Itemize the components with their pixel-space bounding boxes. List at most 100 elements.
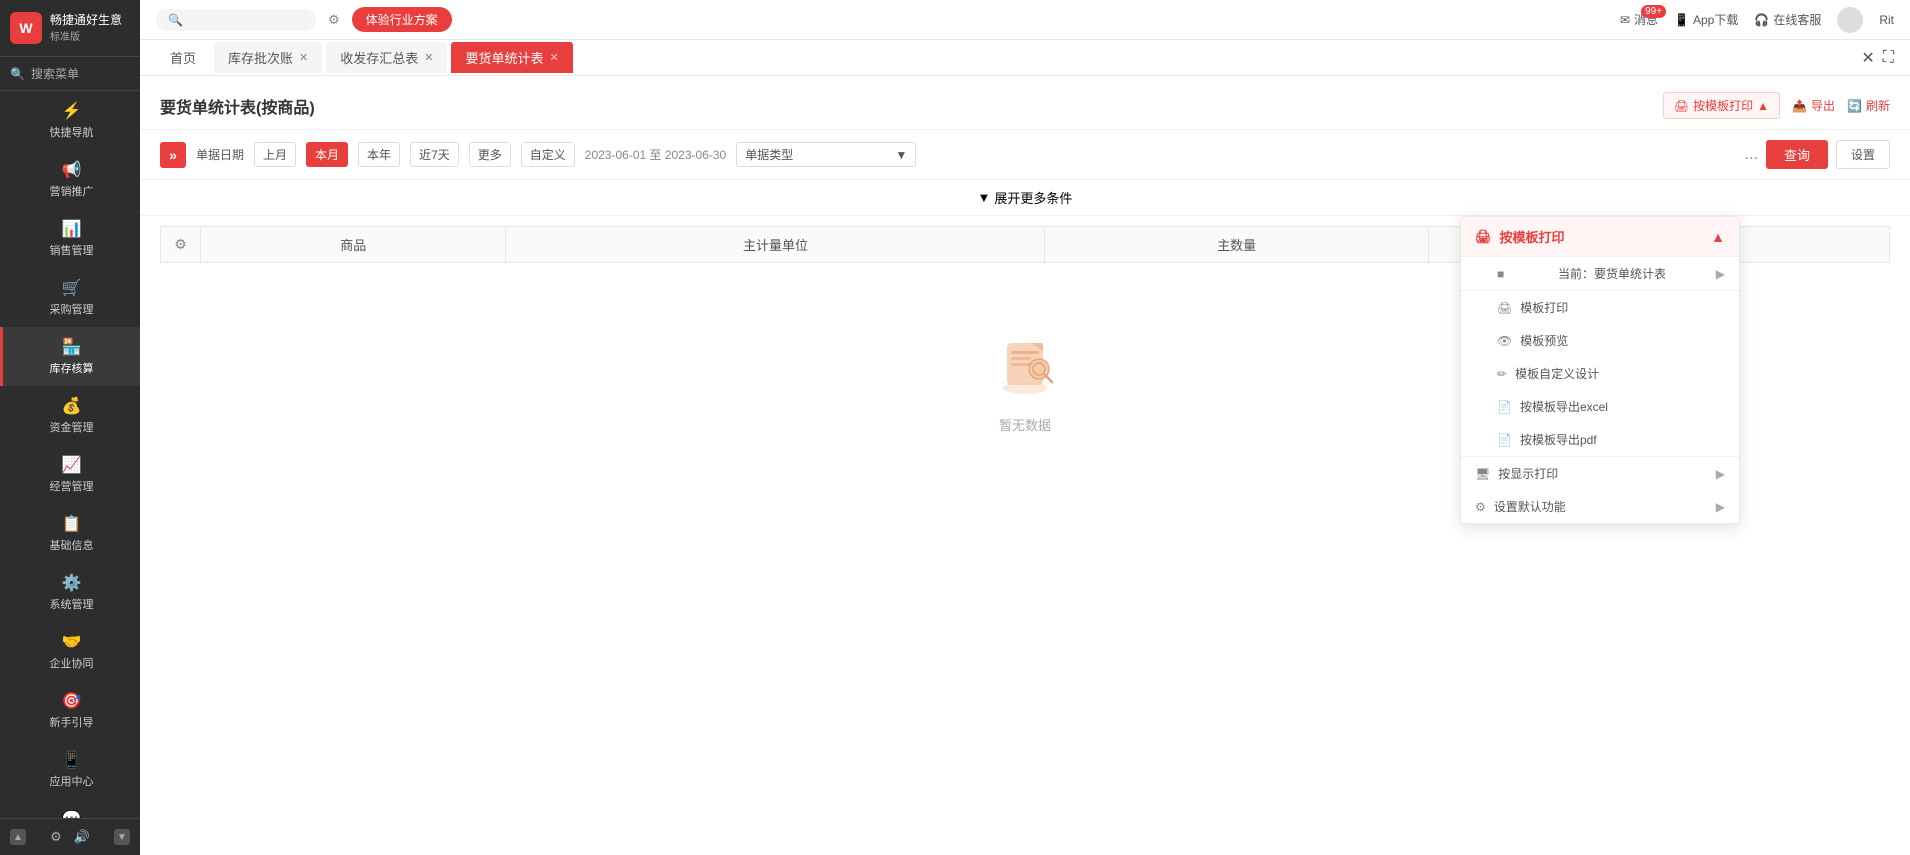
sidebar-item-inventory[interactable]: 🏪 库存核算 — [0, 327, 140, 386]
current-template-item[interactable]: ■ 当前：要货单统计表 ▶ — [1461, 257, 1739, 290]
sidebar-item-system[interactable]: ⚙️ 系统管理 — [0, 563, 140, 622]
system-icon: ⚙️ — [62, 573, 82, 593]
export-button[interactable]: 📤 导出 — [1792, 97, 1835, 114]
template-design-item[interactable]: ✏ 模板自定义设计 — [1461, 357, 1739, 390]
date-custom-button[interactable]: 自定义 — [521, 142, 575, 167]
table-settings-icon[interactable]: ⚙ — [174, 236, 187, 252]
date-last-month-button[interactable]: 上月 — [254, 142, 296, 167]
sidebar-item-basic[interactable]: 📋 基础信息 — [0, 504, 140, 563]
sidebar-item-label: 新手引导 — [50, 714, 94, 730]
tab-inventory-batch-close[interactable]: ✕ — [299, 51, 308, 64]
sidebar-item-appstore[interactable]: 📱 应用中心 — [0, 740, 140, 799]
header-gear-icon[interactable]: ⚙ — [328, 12, 340, 28]
online-service-button[interactable]: 🎧 在线客服 — [1754, 11, 1821, 28]
template-preview-label: 模板预览 — [1520, 332, 1568, 349]
filter-toggle-button[interactable]: » — [160, 142, 186, 168]
tab-order-stats[interactable]: 要货单统计表 ✕ — [451, 42, 572, 73]
date-more-button[interactable]: 更多 — [469, 142, 511, 167]
quick-nav-icon: ⚡ — [62, 101, 82, 121]
sidebar-item-label: 系统管理 — [50, 596, 94, 612]
app-download-button[interactable]: 📱 App下载 — [1674, 11, 1738, 28]
expand-more-button[interactable]: ▼ 展开更多条件 — [978, 188, 1073, 207]
tab-inventory-batch[interactable]: 库存批次账 ✕ — [214, 42, 322, 73]
tab-receipt-summary-close[interactable]: ✕ — [424, 51, 433, 64]
template-preview-item[interactable]: 👁 模板预览 — [1461, 324, 1739, 357]
guide-icon: 🎯 — [62, 691, 82, 711]
user-avatar[interactable] — [1837, 7, 1863, 33]
sidebar-item-quick-nav[interactable]: ⚡ 快捷导航 — [0, 91, 140, 150]
settings-icon[interactable]: ⚙ — [50, 829, 62, 845]
message-icon: ✉ — [1620, 13, 1630, 27]
sidebar-item-label: 经营管理 — [50, 478, 94, 494]
sidebar-item-sales[interactable]: 📊 销售管理 — [0, 209, 140, 268]
sidebar-item-label: 应用中心 — [50, 773, 94, 789]
settings-button[interactable]: 设置 — [1836, 140, 1890, 169]
main-area: 🔍 ⚙ 体验行业方案 ✉ 消息 99+ 📱 App下载 🎧 在线客服 Rit — [140, 0, 1910, 855]
filter-expand-row: ▼ 展开更多条件 — [140, 180, 1910, 216]
scroll-up-button[interactable]: ▲ — [10, 829, 26, 845]
industry-solution-button[interactable]: 体验行业方案 — [352, 7, 452, 32]
display-print-section[interactable]: 🖥 按显示打印 ▶ — [1461, 457, 1739, 490]
top-search-box[interactable]: 🔍 — [156, 9, 316, 31]
sidebar-item-label: 营销推广 — [50, 183, 94, 199]
app-download-label: App下载 — [1693, 11, 1738, 28]
template-print-icon: 🖨 — [1497, 301, 1512, 315]
operation-icon: 📈 — [62, 455, 82, 475]
dropdown-header[interactable]: 🖨 按模板打印 ▲ — [1461, 217, 1739, 257]
default-settings-section[interactable]: ⚙ 设置默认功能 ▶ — [1461, 490, 1739, 523]
template-design-label: 模板自定义设计 — [1515, 365, 1599, 382]
print-icon: 🖨 — [1674, 99, 1689, 113]
template-print-item[interactable]: 🖨 模板打印 — [1461, 291, 1739, 324]
sidebar-search[interactable]: 🔍 搜索菜单 — [0, 57, 140, 91]
service-icon: 🎧 — [1754, 13, 1769, 27]
wechat-icon: 💬 — [62, 809, 82, 818]
tab-receipt-summary[interactable]: 收发存汇总表 ✕ — [326, 42, 447, 73]
sidebar-item-operation[interactable]: 📈 经营管理 — [0, 445, 140, 504]
table-col-settings[interactable]: ⚙ — [161, 227, 201, 263]
print-template-label: 按模板打印 — [1693, 97, 1753, 114]
order-type-select[interactable]: 单据类型 ▼ — [736, 142, 916, 167]
page-title: 要货单统计表(按商品) — [160, 94, 315, 118]
sidebar-item-collab[interactable]: 🤝 企业协同 — [0, 622, 140, 681]
sidebar-logo: W 畅捷通好生意 标准版 — [0, 0, 140, 57]
print-template-button[interactable]: 🖨 按模板打印 ▲ — [1663, 92, 1780, 119]
window-close-button[interactable]: ✕ — [1861, 48, 1874, 68]
more-options-icon[interactable]: ... — [1745, 146, 1758, 164]
default-settings-icon: ⚙ — [1475, 500, 1486, 514]
sidebar-item-guide[interactable]: 🎯 新手引导 — [0, 681, 140, 740]
window-maximize-button[interactable]: ⛶ — [1883, 49, 1894, 67]
sidebar-item-marketing[interactable]: 📢 营销推广 — [0, 150, 140, 209]
print-dropdown-icon: 🖨 — [1475, 229, 1492, 245]
export-excel-label: 按模板导出excel — [1520, 398, 1608, 415]
export-excel-item[interactable]: 📄 按模板导出excel — [1461, 390, 1739, 423]
scroll-down-button[interactable]: ▼ — [114, 829, 130, 845]
sidebar-item-wechat[interactable]: 💬 企业微信 — [0, 799, 140, 818]
template-print-label: 模板打印 — [1520, 299, 1568, 316]
order-type-label: 单据类型 — [745, 146, 793, 163]
sidebar-item-finance[interactable]: 💰 资金管理 — [0, 386, 140, 445]
message-button[interactable]: ✉ 消息 99+ — [1620, 11, 1658, 28]
online-service-label: 在线客服 — [1773, 11, 1821, 28]
chevron-up-icon: ▲ — [1757, 99, 1769, 113]
tab-receipt-summary-label: 收发存汇总表 — [340, 48, 418, 67]
tab-order-stats-close[interactable]: ✕ — [550, 51, 559, 64]
query-button[interactable]: 查询 — [1766, 140, 1828, 169]
table-col-quantity: 主数量 — [1045, 227, 1428, 263]
current-template-label: 当前：要货单统计表 — [1558, 265, 1666, 282]
export-pdf-item[interactable]: 📄 按模板导出pdf — [1461, 423, 1739, 456]
date-this-month-button[interactable]: 本月 — [306, 142, 348, 167]
top-header: 🔍 ⚙ 体验行业方案 ✉ 消息 99+ 📱 App下载 🎧 在线客服 Rit — [140, 0, 1910, 40]
default-settings-left: ⚙ 设置默认功能 — [1475, 498, 1566, 515]
sidebar-item-purchase[interactable]: 🛒 采购管理 — [0, 268, 140, 327]
sidebar-item-label: 企业协同 — [50, 655, 94, 671]
date-this-year-button[interactable]: 本年 — [358, 142, 400, 167]
refresh-button[interactable]: 🔄 刷新 — [1847, 97, 1890, 114]
speaker-icon[interactable]: 🔊 — [74, 829, 90, 845]
app-name: 畅捷通好生意 — [50, 13, 122, 29]
tab-home[interactable]: 首页 — [156, 42, 210, 73]
template-design-icon: ✏ — [1497, 367, 1507, 381]
dropdown-collapse-icon[interactable]: ▲ — [1711, 229, 1725, 245]
empty-state-text: 暂无数据 — [999, 415, 1051, 434]
inventory-icon: 🏪 — [62, 337, 82, 357]
date-last-7days-button[interactable]: 近7天 — [410, 142, 459, 167]
